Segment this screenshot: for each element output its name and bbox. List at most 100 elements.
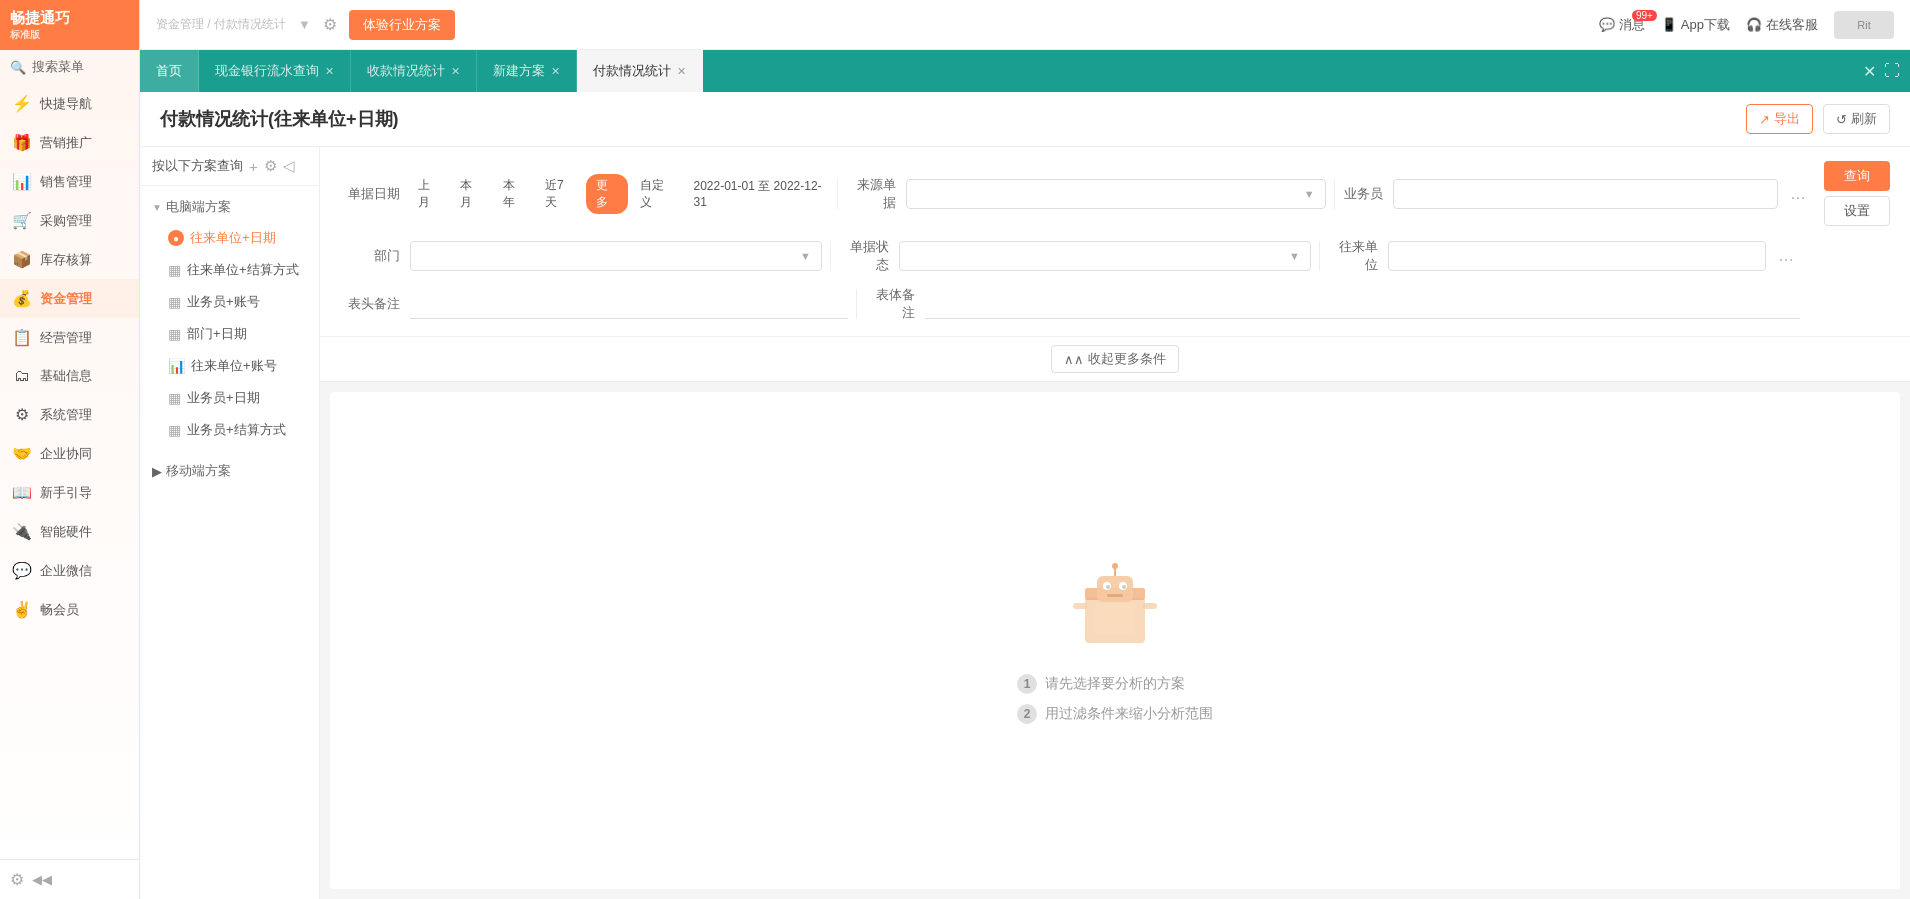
sidebar-settings-icon[interactable]: ⚙ — [10, 870, 24, 889]
operation-icon: 📋 — [12, 328, 32, 347]
export-button[interactable]: ↗ 导出 — [1746, 104, 1813, 134]
source-select[interactable]: ▼ — [906, 179, 1325, 209]
topbar-settings-icon[interactable]: ⚙ — [323, 15, 337, 34]
basic-icon: 🗂 — [12, 367, 32, 385]
scheme-pc-group-title[interactable]: ▼ 电脑端方案 — [140, 192, 319, 222]
sidebar-item-sales[interactable]: 📊 销售管理 — [0, 162, 139, 201]
counter-party-input[interactable] — [1388, 241, 1766, 271]
topbar-online-service[interactable]: 🎧 在线客服 — [1746, 16, 1818, 34]
sidebar-item-inventory[interactable]: 📦 库存核算 — [0, 240, 139, 279]
search-icon: 🔍 — [10, 60, 26, 75]
scheme-item-unit-date[interactable]: ● 往来单位+日期 — [140, 222, 319, 254]
tab-close-all-icon[interactable]: ✕ — [1863, 62, 1876, 81]
sidebar: 畅捷通巧 标准版 🔍 搜索菜单 ⚡ 快捷导航 🎁 营销推广 📊 销售管理 🛒 采… — [0, 0, 140, 899]
staff-input[interactable] — [1393, 179, 1778, 209]
trial-btn[interactable]: 体验行业方案 — [349, 10, 455, 40]
sidebar-item-guide[interactable]: 📖 新手引导 — [0, 473, 139, 512]
sidebar-item-enterprise[interactable]: 🤝 企业协同 — [0, 434, 139, 473]
divider-2 — [1334, 179, 1335, 209]
empty-step-2: 2 用过滤条件来缩小分析范围 — [1017, 704, 1213, 724]
doc-status-select[interactable]: ▼ — [899, 241, 1311, 271]
tab-new-scheme-close[interactable]: ✕ — [551, 65, 560, 78]
dept-select[interactable]: ▼ — [410, 241, 822, 271]
tab-payment-close[interactable]: ✕ — [677, 65, 686, 78]
tab-home[interactable]: 首页 — [140, 50, 199, 92]
dept-label: 部门 — [340, 247, 410, 265]
note-body-input[interactable] — [925, 289, 1800, 319]
date-tab-this-year[interactable]: 本年 — [495, 174, 533, 214]
date-tab-custom[interactable]: 自定义 — [632, 174, 682, 214]
collapse-bar: ∧∧ 收起更多条件 — [320, 337, 1910, 382]
logo-name: 畅捷通巧 — [10, 9, 70, 28]
scheme-item-staff-settle[interactable]: ▦ 业务员+结算方式 — [140, 414, 319, 446]
scheme-add-icon[interactable]: + — [249, 158, 258, 175]
scheme-item-staff-date[interactable]: ▦ 业务员+日期 — [140, 382, 319, 414]
staff-dots-icon[interactable]: … — [1784, 185, 1812, 203]
date-tab-last-month[interactable]: 上月 — [410, 174, 448, 214]
staff-control: … — [1393, 179, 1812, 209]
scheme-item-dept-date[interactable]: ▦ 部门+日期 — [140, 318, 319, 350]
topbar: 资金管理 / 付款情况统计 ▼ ⚙ 体验行业方案 💬 消息 99+ 📱 App下… — [140, 0, 1910, 50]
query-button[interactable]: 查询 — [1824, 161, 1890, 191]
page-title: 付款情况统计(往来单位+日期) — [160, 107, 399, 131]
mobile-group-label: 移动端方案 — [166, 462, 231, 480]
sidebar-collapse-icon[interactable]: ◀◀ — [32, 872, 52, 887]
tab-receivable[interactable]: 收款情况统计 ✕ — [351, 50, 477, 92]
marketing-icon: 🎁 — [12, 133, 32, 152]
tab-payment[interactable]: 付款情况统计 ✕ — [577, 50, 703, 92]
sidebar-item-wechat[interactable]: 💬 企业微信 — [0, 551, 139, 590]
scheme-settings-icon[interactable]: ⚙ — [264, 157, 277, 175]
sidebar-item-system[interactable]: ⚙ 系统管理 — [0, 395, 139, 434]
refresh-button[interactable]: ↺ 刷新 — [1823, 104, 1890, 134]
member-icon: ✌ — [12, 600, 32, 619]
staff-label: 业务员 — [1343, 185, 1393, 203]
sidebar-item-member[interactable]: ✌ 畅会员 — [0, 590, 139, 629]
tab-receivable-close[interactable]: ✕ — [451, 65, 460, 78]
source-chevron-icon: ▼ — [1304, 188, 1315, 200]
scheme-icon-dept-date: ▦ — [168, 326, 181, 342]
doc-status-control: ▼ — [899, 241, 1311, 271]
sidebar-search[interactable]: 🔍 搜索菜单 — [0, 50, 139, 84]
divider-4 — [1319, 241, 1320, 271]
scheme-item-unit-account[interactable]: 📊 往来单位+账号 — [140, 350, 319, 382]
topbar-message[interactable]: 💬 消息 99+ — [1599, 16, 1645, 34]
note-body-label: 表体备注 — [865, 286, 925, 322]
topbar-app-download[interactable]: 📱 App下载 — [1661, 16, 1730, 34]
svg-point-6 — [1106, 585, 1110, 589]
tab-new-scheme-label: 新建方案 — [493, 62, 545, 80]
date-tab-this-month[interactable]: 本月 — [452, 174, 490, 214]
scheme-icon-unit-settle: ▦ — [168, 262, 181, 278]
sidebar-item-marketing[interactable]: 🎁 营销推广 — [0, 123, 139, 162]
sidebar-item-hardware[interactable]: 🔌 智能硬件 — [0, 512, 139, 551]
scheme-item-staff-account[interactable]: ▦ 业务员+账号 — [140, 286, 319, 318]
wechat-icon: 💬 — [12, 561, 32, 580]
note-head-input[interactable] — [410, 289, 848, 319]
sidebar-item-purchase[interactable]: 🛒 采购管理 — [0, 201, 139, 240]
step-2-num: 2 — [1017, 704, 1037, 724]
sidebar-item-operation[interactable]: 📋 经营管理 — [0, 318, 139, 357]
settings-button[interactable]: 设置 — [1824, 196, 1890, 226]
tab-bank-flow-close[interactable]: ✕ — [325, 65, 334, 78]
page-header: 付款情况统计(往来单位+日期) ↗ 导出 ↺ 刷新 — [140, 92, 1910, 147]
scheme-mobile-group-title[interactable]: ▶ 移动端方案 — [140, 456, 319, 486]
scheme-icon-staff-account: ▦ — [168, 294, 181, 310]
tab-bank-flow[interactable]: 现金银行流水查询 ✕ — [199, 50, 351, 92]
empty-texts: 1 请先选择要分析的方案 2 用过滤条件来缩小分析范围 — [1017, 674, 1213, 724]
tab-new-scheme[interactable]: 新建方案 ✕ — [477, 50, 577, 92]
sidebar-item-quick-nav[interactable]: ⚡ 快捷导航 — [0, 84, 139, 123]
sidebar-item-basic[interactable]: 🗂 基础信息 — [0, 357, 139, 395]
avatar[interactable]: Rit — [1834, 11, 1894, 39]
date-tab-last-7[interactable]: 近7天 — [537, 174, 582, 214]
filter-row-3: 表头备注 表体备注 — [340, 286, 1890, 322]
mobile-group-arrow: ▶ — [152, 464, 162, 479]
counter-party-dots-icon[interactable]: … — [1772, 247, 1800, 265]
collapse-button[interactable]: ∧∧ 收起更多条件 — [1051, 345, 1179, 373]
topbar-dropdown-icon[interactable]: ▼ — [298, 17, 311, 32]
scheme-collapse-icon[interactable]: ◁ — [283, 157, 295, 175]
sidebar-item-capital[interactable]: 💰 资金管理 — [0, 279, 139, 318]
scheme-item-unit-settle[interactable]: ▦ 往来单位+结算方式 — [140, 254, 319, 286]
divider-5 — [856, 289, 857, 319]
svg-rect-12 — [1143, 603, 1157, 609]
tab-maximize-icon[interactable]: ⛶ — [1884, 62, 1900, 80]
date-tab-more[interactable]: 更多 — [586, 174, 628, 214]
